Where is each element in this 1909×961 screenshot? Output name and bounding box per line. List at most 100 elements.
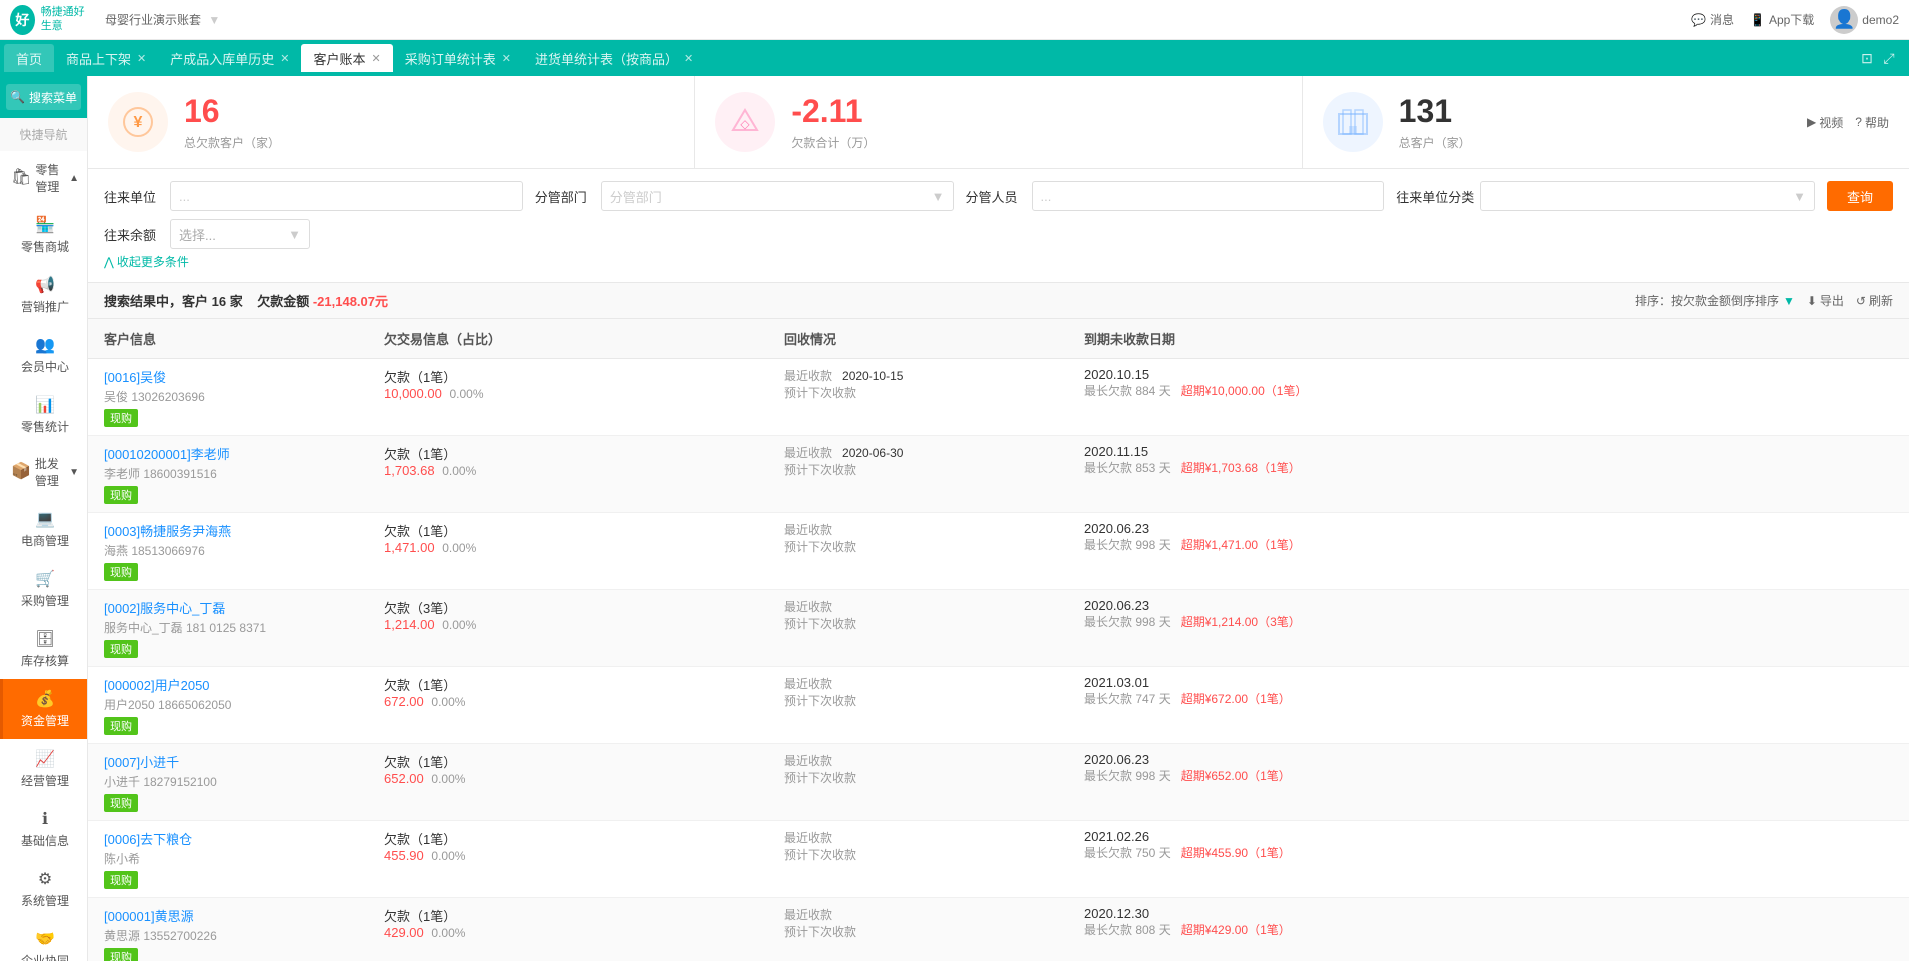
overdue-amount-link[interactable]: 超期¥672.00（1笔） xyxy=(1181,692,1291,706)
customer-contact: 用户2050 18665062050 xyxy=(104,696,352,713)
collection-cell: 最近收款 预计下次收款 xyxy=(768,590,1068,667)
overdue-amount-link[interactable]: 超期¥1,471.00（1笔） xyxy=(1181,538,1301,552)
sidebar-item-retail-store[interactable]: 🏪 零售商城 xyxy=(0,205,87,265)
overdue-info: 最长欠款 998 天 超期¥652.00（1笔） xyxy=(1084,767,1893,784)
due-date-cell: 2020.06.23 最长欠款 998 天 超期¥1,214.00（3笔） xyxy=(1068,590,1909,667)
table-row: [000002]用户2050 用户2050 18665062050 现购 欠款（… xyxy=(88,667,1909,744)
sidebar-item-retail-mgmt[interactable]: 🛍 零售管理 ▲ xyxy=(0,151,87,205)
dept-label: 分管部门 xyxy=(535,187,595,206)
tab-purchase-stats[interactable]: 进货单统计表（按商品） ✕ xyxy=(523,44,705,72)
search-icon: 🔍 xyxy=(10,90,25,104)
tab-production[interactable]: 产成品入库单历史 ✕ xyxy=(158,44,301,72)
sidebar-item-sys-mgmt[interactable]: ⚙ 系统管理 xyxy=(0,859,87,919)
filter-manager: 分管人员 ... xyxy=(966,181,1385,211)
overdue-amount-link[interactable]: 超期¥455.90（1笔） xyxy=(1181,846,1291,860)
stat-card-owed-amount-info: -2.11 欠款合计（万） xyxy=(791,93,875,151)
manager-label: 分管人员 xyxy=(966,187,1026,206)
due-date-cell: 2021.03.01 最长欠款 747 天 超期¥672.00（1笔） xyxy=(1068,667,1909,744)
tab-customer-account[interactable]: 客户账本 ✕ xyxy=(301,44,392,72)
collection-cell: 最近收款 预计下次收款 xyxy=(768,898,1068,961)
owed-amount: 652.00 xyxy=(384,771,424,786)
owed-info-cell: 欠款（1笔） 429.00 0.00% xyxy=(368,898,768,961)
owed-info-cell: 欠款（1笔） 1,471.00 0.00% xyxy=(368,513,768,590)
message-btn[interactable]: 💬 消息 xyxy=(1691,11,1734,28)
ops-icon: 📈 xyxy=(35,749,55,769)
due-date: 2020.11.15 xyxy=(1084,444,1893,459)
overdue-amount-link[interactable]: 超期¥1,703.68（1笔） xyxy=(1181,461,1301,475)
overdue-amount-link[interactable]: 超期¥652.00（1笔） xyxy=(1181,769,1291,783)
tab-purchase-orders[interactable]: 采购订单统计表 ✕ xyxy=(393,44,523,72)
app-download-btn[interactable]: 📱 App下载 xyxy=(1750,11,1814,28)
customer-name-link[interactable]: [0007]小进千 xyxy=(104,752,352,771)
sidebar-item-corp-collab[interactable]: 🤝 企业协同 xyxy=(0,919,87,961)
sort-control[interactable]: 排序：按欠款金额倒序排序 ▼ xyxy=(1635,292,1795,309)
balance-select[interactable]: 选择... ▼ xyxy=(170,219,310,249)
tab-home[interactable]: 首页 xyxy=(4,44,54,72)
customer-name-link[interactable]: [0016]吴俊 xyxy=(104,367,352,386)
ecommerce-icon: 💻 xyxy=(35,509,55,529)
overdue-amount-link[interactable]: 超期¥1,214.00（3笔） xyxy=(1181,615,1301,629)
sidebar-item-inventory[interactable]: 🗄 库存核算 xyxy=(0,619,87,679)
customer-name-link[interactable]: [0002]服务中心_丁磊 xyxy=(104,598,352,617)
member-icon: 👥 xyxy=(35,335,55,355)
customer-contact: 服务中心_丁磊 181 0125 8371 xyxy=(104,619,352,636)
sidebar-item-member-center[interactable]: 👥 会员中心 xyxy=(0,325,87,385)
tab-close-purchase-stats[interactable]: ✕ xyxy=(684,52,693,65)
video-btn[interactable]: ▶ 视频 xyxy=(1807,114,1843,131)
customer-contact: 海燕 18513066976 xyxy=(104,542,352,559)
basic-info-icon: ℹ xyxy=(42,809,48,829)
help-btn[interactable]: ? 帮助 xyxy=(1855,114,1889,131)
next-collection: 预计下次收款 xyxy=(784,615,1052,632)
customer-name-link[interactable]: [000002]用户2050 xyxy=(104,675,352,694)
collapse-btn[interactable]: ⋀ 收起更多条件 xyxy=(104,253,1893,270)
stat-card-owed-amount: ◇ -2.11 欠款合计（万） xyxy=(695,76,1302,168)
sidebar-item-ecommerce[interactable]: 💻 电商管理 xyxy=(0,499,87,559)
sidebar-item-ops-mgmt[interactable]: 📈 经营管理 xyxy=(0,739,87,799)
tab-close-production[interactable]: ✕ xyxy=(280,52,289,65)
export-btn[interactable]: ⬇ 导出 xyxy=(1807,292,1844,309)
sidebar-item-purchase-mgmt[interactable]: 🛒 采购管理 xyxy=(0,559,87,619)
table-row: [0007]小进千 小进千 18279152100 现购 欠款（1笔） 652.… xyxy=(88,744,1909,821)
overdue-amount-link[interactable]: 超期¥10,000.00（1笔） xyxy=(1181,384,1308,398)
sidebar-nav: 🛍 零售管理 ▲ 🏪 零售商城 📢 营销推广 👥 会员中心 📊 xyxy=(0,151,87,961)
customer-info-cell: [0016]吴俊 吴俊 13026203696 现购 xyxy=(88,359,368,436)
main-layout: 🔍 搜索菜单 快捷导航 🛍 零售管理 ▲ 🏪 零售商城 📢 xyxy=(0,76,1909,961)
restore-btn[interactable]: ⊡ xyxy=(1859,50,1875,66)
tab-close-customer-account[interactable]: ✕ xyxy=(372,52,381,65)
manager-input[interactable]: ... xyxy=(1032,181,1385,211)
refresh-btn[interactable]: ↺ 刷新 xyxy=(1856,292,1893,309)
customer-name-link[interactable]: [0006]去下粮仓 xyxy=(104,829,352,848)
customer-name-link[interactable]: [00010200001]李老师 xyxy=(104,444,352,463)
balance-label: 往来余额 xyxy=(104,225,164,244)
filter-source-unit: 往来单位 ... xyxy=(104,181,523,211)
overdue-amount-link[interactable]: 超期¥429.00（1笔） xyxy=(1181,923,1291,937)
user-profile[interactable]: 👤 demo2 xyxy=(1830,6,1899,34)
customer-name-link[interactable]: [000001]黄思源 xyxy=(104,906,352,925)
maximize-btn[interactable]: ⤢ xyxy=(1881,50,1897,66)
collection-cell: 最近收款 预计下次收款 xyxy=(768,513,1068,590)
tab-products[interactable]: 商品上下架 ✕ xyxy=(54,44,158,72)
query-button[interactable]: 查询 xyxy=(1827,181,1893,211)
next-collection: 预计下次收款 xyxy=(784,384,1052,401)
sidebar-item-marketing[interactable]: 📢 营销推广 xyxy=(0,265,87,325)
dept-select[interactable]: 分管部门 ▼ xyxy=(601,181,954,211)
finance-icon: 💰 xyxy=(35,689,55,709)
category-select[interactable]: ▼ xyxy=(1480,181,1815,211)
tab-close-products[interactable]: ✕ xyxy=(137,52,146,65)
source-unit-input[interactable]: ... xyxy=(170,181,523,211)
search-menu-btn[interactable]: 🔍 搜索菜单 xyxy=(6,84,81,110)
logo-text: 畅捷通好生意 xyxy=(41,6,95,32)
tab-close-purchase-orders[interactable]: ✕ xyxy=(502,52,511,65)
sidebar-item-retail-stats[interactable]: 📊 零售统计 xyxy=(0,385,87,445)
customer-name-link[interactable]: [0003]畅捷服务尹海燕 xyxy=(104,521,352,540)
customer-tag: 现购 xyxy=(104,563,138,581)
filter-category: 往来单位分类 ▼ xyxy=(1396,181,1815,211)
header-actions: 💬 消息 📱 App下载 👤 demo2 xyxy=(1691,6,1899,34)
owed-customers-icon: ¥ xyxy=(108,92,168,152)
sidebar-item-finance[interactable]: 💰 资金管理 xyxy=(0,679,87,739)
sidebar-item-basic-info[interactable]: ℹ 基础信息 xyxy=(0,799,87,859)
sidebar-item-batch-mgmt[interactable]: 📦 批发管理 ▼ xyxy=(0,445,87,499)
owed-info-cell: 欠款（1笔） 1,703.68 0.00% xyxy=(368,436,768,513)
next-collection: 预计下次收款 xyxy=(784,769,1052,786)
overdue-info: 最长欠款 998 天 超期¥1,471.00（1笔） xyxy=(1084,536,1893,553)
